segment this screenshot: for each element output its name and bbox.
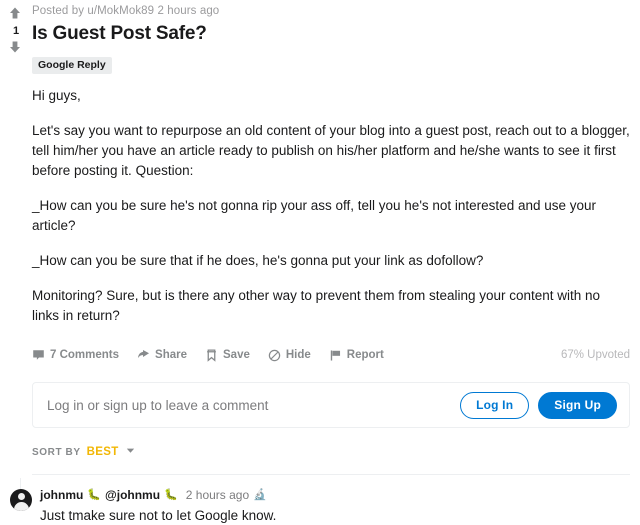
post-paragraph: Monitoring? Sure, but is there any other… xyxy=(32,288,601,323)
comment-timestamp: 2 hours ago xyxy=(185,488,250,502)
hide-circle-slash-icon xyxy=(268,349,281,362)
post-paragraph: _How can you be sure that if he does, he… xyxy=(32,253,484,268)
sort-control[interactable]: SORT BY BEST xyxy=(32,444,630,460)
hide-label: Hide xyxy=(285,349,311,361)
sort-value[interactable]: BEST xyxy=(87,446,119,458)
post-content: Posted by u/MokMok89 2 hours ago Is Gues… xyxy=(32,0,640,475)
post-byline: Posted by u/MokMok89 2 hours ago xyxy=(32,5,220,17)
report-button[interactable]: Report xyxy=(329,349,384,362)
comment-bubble-icon xyxy=(32,349,45,362)
sort-by-label: SORT BY xyxy=(32,446,81,458)
comments-button[interactable]: 7 Comments xyxy=(32,349,119,362)
comment-text: Just tmake sure not to let Google know. xyxy=(40,508,277,523)
sign-up-button[interactable]: Sign Up xyxy=(538,391,617,419)
downvote-arrow-icon[interactable] xyxy=(8,40,24,56)
login-prompt-text[interactable]: Log in or sign up to leave a comment xyxy=(47,398,460,413)
vote-count: 1 xyxy=(12,25,20,37)
post-action-bar: 7 Comments Share Save Hide Report 67% Up… xyxy=(32,344,630,366)
upvote-arrow-icon[interactable] xyxy=(8,6,24,22)
flag-icon xyxy=(329,349,342,362)
hide-button[interactable]: Hide xyxy=(268,349,311,362)
comments-label: 7 Comments xyxy=(50,349,120,361)
log-in-button[interactable]: Log In xyxy=(460,391,530,419)
bookmark-icon xyxy=(205,348,218,362)
share-button[interactable]: Share xyxy=(137,349,187,362)
post-body: Hi guys, Let's say you want to repurpose… xyxy=(32,86,630,326)
report-label: Report xyxy=(346,349,384,361)
share-label: Share xyxy=(155,349,187,361)
post-paragraph: _How can you be sure he's not gonna rip … xyxy=(32,198,597,233)
vote-column: 1 xyxy=(0,0,32,56)
comment-body: johnmu 🐛 @johnmu 🐛 2 hours ago 🔬 Just tm… xyxy=(40,487,640,525)
post-title[interactable]: Is Guest Post Safe? xyxy=(32,22,630,46)
comment-meta: johnmu 🐛 @johnmu 🐛 2 hours ago 🔬 xyxy=(40,487,640,503)
upvoted-ratio: 67% Upvoted xyxy=(560,349,630,361)
comment-handle[interactable]: @johnmu xyxy=(105,487,160,503)
chevron-down-icon[interactable] xyxy=(125,443,136,461)
comment-author[interactable]: johnmu xyxy=(40,487,83,503)
post-paragraph: Hi guys, xyxy=(32,88,81,103)
user-avatar-icon[interactable] xyxy=(10,489,32,511)
comment-item: johnmu 🐛 @johnmu 🐛 2 hours ago 🔬 Just tm… xyxy=(0,475,640,525)
post-paragraph: Let's say you want to repurpose an old c… xyxy=(32,123,630,178)
post-flair-badge[interactable]: Google Reply xyxy=(32,57,112,74)
share-arrow-icon xyxy=(137,349,150,362)
save-button[interactable]: Save xyxy=(205,348,250,362)
comments-divider xyxy=(32,474,630,475)
post-container: 1 Posted by u/MokMok89 2 hours ago Is Gu… xyxy=(0,0,640,475)
post-flair-row: Google Reply xyxy=(32,55,630,74)
avatar-shoulders xyxy=(13,502,29,511)
comment-badge-emoji-icon: 🔬 xyxy=(253,489,267,501)
login-signup-box: Log in or sign up to leave a comment Log… xyxy=(32,382,630,428)
avatar-head xyxy=(17,493,25,500)
author-emoji-icon: 🐛 xyxy=(87,489,102,501)
save-label: Save xyxy=(223,349,250,361)
handle-emoji-icon: 🐛 xyxy=(164,489,178,501)
